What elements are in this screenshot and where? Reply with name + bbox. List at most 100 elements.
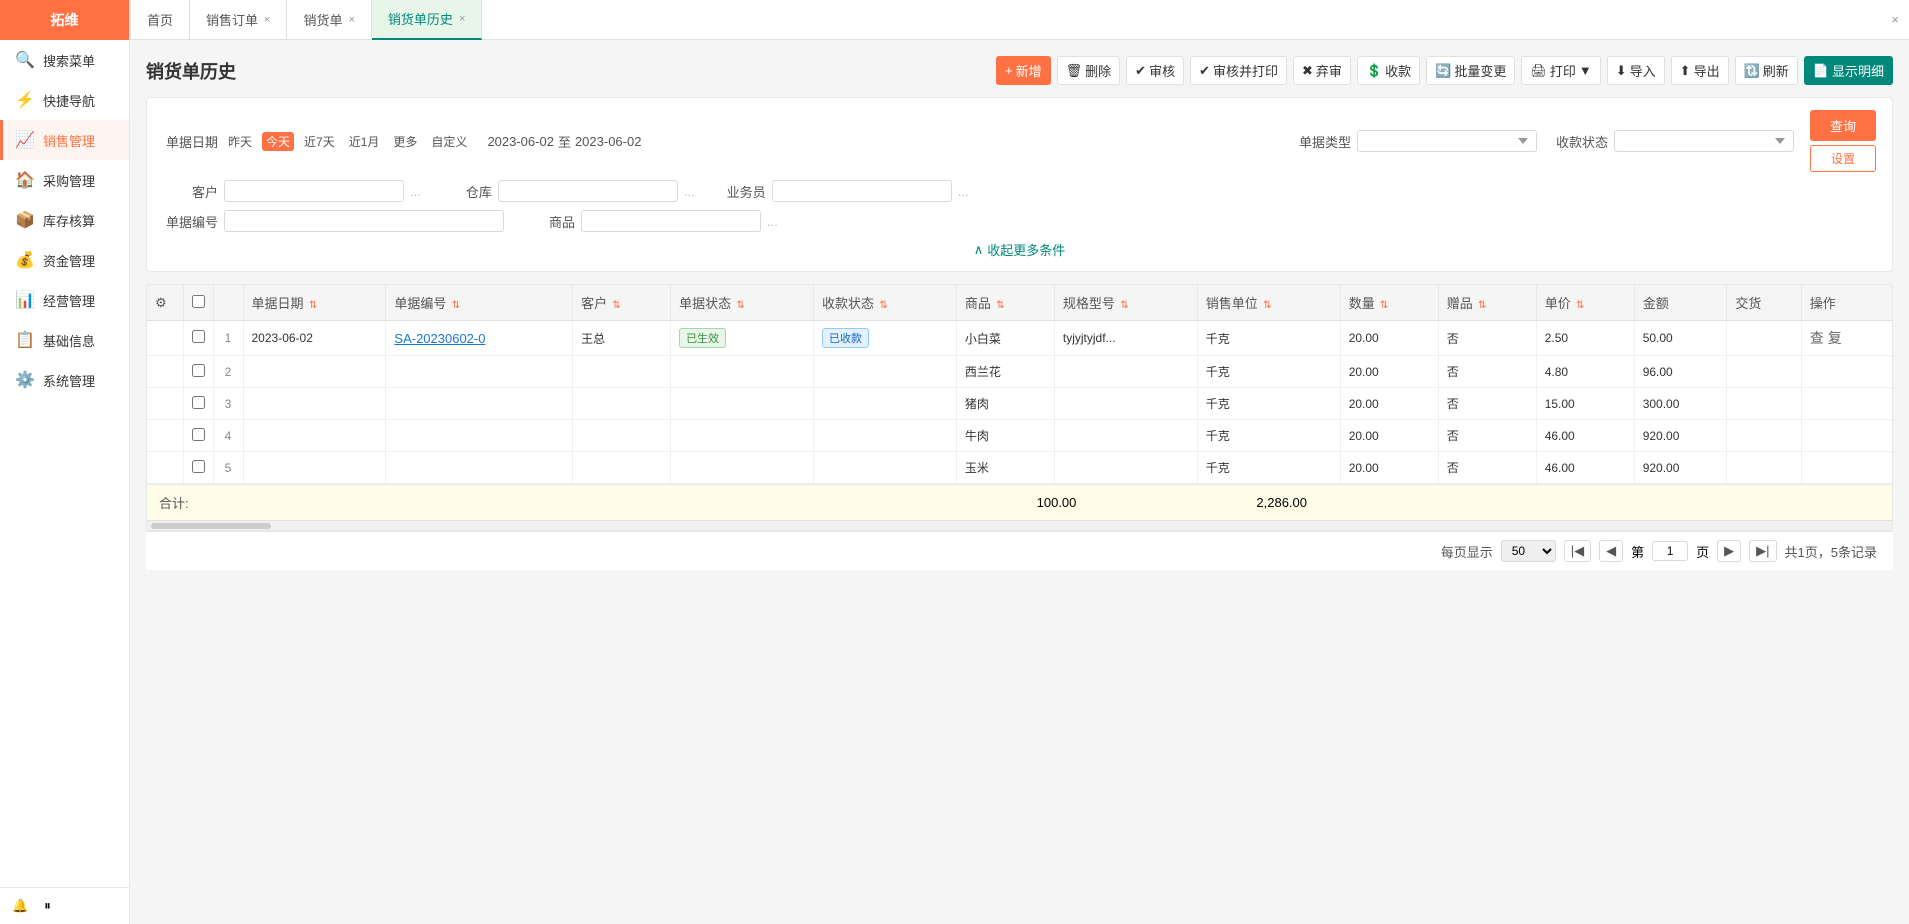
sort-unit-price-icon: ⇅ [1576,300,1584,311]
sidebar-item-inventory[interactable]: 📦 库存核算 [0,200,129,240]
doc-number-input[interactable] [224,210,504,232]
customer-input[interactable] [224,180,404,202]
th-customer[interactable]: 客户 ⇅ [573,285,671,321]
th-settings[interactable]: ⚙ [147,285,183,321]
scroll-thumb[interactable] [151,523,271,529]
pay-status-select[interactable] [1614,130,1794,152]
tab-sales-history-close[interactable]: × [459,13,465,25]
shortcut-yesterday[interactable]: 昨天 [224,132,256,151]
delete-button[interactable]: 🗑 删除 [1057,56,1121,85]
td-cell [573,420,671,452]
table-row: 12023-06-02SA-20230602-0王总已生效已收款小白菜tyjyj… [147,321,1892,356]
td-cell: 否 [1438,452,1536,484]
tab-bar-close-all[interactable]: × [1891,12,1909,27]
th-goods[interactable]: 商品 ⇅ [956,285,1054,321]
row-checkbox[interactable] [192,396,205,409]
first-page-button[interactable]: |◀ [1564,540,1591,562]
doc-type-select[interactable] [1357,130,1537,152]
th-spec[interactable]: 规格型号 ⇅ [1054,285,1197,321]
row-checkbox[interactable] [192,428,205,441]
tab-sales-goods-close[interactable]: × [348,14,354,26]
td-cell [671,452,814,484]
tab-sales-goods[interactable]: 销货单 × [287,0,371,40]
th-unit-price[interactable]: 单价 ⇅ [1536,285,1634,321]
scroll-bar-area[interactable] [147,520,1892,530]
tab-home[interactable]: 首页 [130,0,190,40]
th-pay-status[interactable]: 收款状态 ⇅ [813,285,956,321]
sidebar-item-finance[interactable]: 💰 资金管理 [0,240,129,280]
collapse-button[interactable]: ∧ 收起更多条件 [163,240,1876,259]
last-page-button[interactable]: ▶| [1749,540,1776,562]
th-date[interactable]: 单据日期 ⇅ [243,285,386,321]
td-cell: 千克 [1197,420,1340,452]
th-doc-status[interactable]: 单据状态 ⇅ [671,285,814,321]
sidebar-item-purchase-mgmt[interactable]: 🏠 采购管理 [0,160,129,200]
shortcut-more[interactable]: 更多 [389,132,421,151]
next-page-button[interactable]: ▶ [1717,540,1741,562]
tab-sales-order[interactable]: 销售订单 × [190,0,287,40]
sidebar-bottom-icon2[interactable]: ⏸ [44,898,51,914]
th-checkbox[interactable] [183,285,213,321]
td-cell [243,356,386,388]
status-badge: 已收款 [822,328,869,348]
pay-status-label: 收款状态 [1553,132,1608,151]
th-gift[interactable]: 赠品 ⇅ [1438,285,1536,321]
warehouse-dots[interactable]: ... [684,184,695,199]
doc-no-link[interactable]: SA-20230602-0 [394,331,485,346]
import-button[interactable]: ⬇ 导入 [1607,56,1665,85]
export-icon: ⬆ [1680,63,1691,79]
shortcut-custom[interactable]: 自定义 [427,132,471,151]
refresh-button[interactable]: 🔃 刷新 [1735,56,1798,85]
prev-page-button[interactable]: ◀ [1599,540,1623,562]
td-num: 4 [213,420,243,452]
page-size-select[interactable]: 20 50 100 [1501,540,1556,562]
sys-mgmt-icon: ⚙️ [15,370,35,390]
sidebar-bottom-icon1[interactable]: 🔔 [12,898,28,914]
customer-dots[interactable]: ... [410,184,421,199]
goods-input[interactable] [581,210,761,232]
th-unit[interactable]: 销售单位 ⇅ [1197,285,1340,321]
export-button[interactable]: ⬆ 导出 [1671,56,1729,85]
search-menu-icon: 🔍 [15,50,35,70]
tab-sales-order-close[interactable]: × [264,14,270,26]
audit-print-button[interactable]: ✔ 审核并打印 [1190,56,1287,85]
tab-sales-history[interactable]: 销货单历史 × [372,0,482,40]
show-detail-button[interactable]: 📄 显示明细 [1804,56,1893,85]
batch-change-button[interactable]: 🔄 批量变更 [1426,56,1515,85]
copy-action[interactable]: 复 [1828,330,1842,346]
row-checkbox[interactable] [192,364,205,377]
print-button[interactable]: 🖨 打印 ▼ [1521,56,1600,85]
sidebar-item-sales-mgmt[interactable]: 📈 销售管理 [0,120,129,160]
shortcut-today[interactable]: 今天 [262,132,294,151]
view-action[interactable]: 查 [1810,330,1824,346]
collapse-label: 收起更多条件 [987,240,1065,259]
goods-dots[interactable]: ... [767,214,778,229]
th-doc-no[interactable]: 单据编号 ⇅ [386,285,573,321]
collect-button[interactable]: 💲 收款 [1357,56,1420,85]
salesperson-input[interactable] [772,180,952,202]
sidebar-item-search-menu[interactable]: 🔍 搜索菜单 [0,40,129,80]
td-cell: 920.00 [1634,452,1727,484]
query-button[interactable]: 查询 [1810,110,1876,141]
select-all-checkbox[interactable] [192,295,205,308]
sidebar-item-sys-mgmt[interactable]: ⚙️ 系统管理 [0,360,129,400]
sidebar-item-quick-nav[interactable]: ⚡ 快捷导航 [0,80,129,120]
th-qty[interactable]: 数量 ⇅ [1340,285,1438,321]
row-checkbox[interactable] [192,330,205,343]
date-label: 单据日期 [163,132,218,151]
warehouse-input[interactable] [498,180,678,202]
page-number-input[interactable] [1652,541,1688,561]
abandon-button[interactable]: ✖ 弃审 [1293,56,1351,85]
sidebar-item-base-info[interactable]: 📋 基础信息 [0,320,129,360]
row-checkbox[interactable] [192,460,205,473]
settings-button[interactable]: 设置 [1810,145,1876,172]
salesperson-dots[interactable]: ... [958,184,969,199]
shortcut-1month[interactable]: 近1月 [345,132,384,151]
filter-date-range-display: 2023-06-02 至 2023-06-02 [487,132,641,151]
td-cell [813,388,956,420]
shortcut-7days[interactable]: 近7天 [300,132,339,151]
sidebar-item-operations[interactable]: 📊 经营管理 [0,280,129,320]
audit-button[interactable]: ✔ 审核 [1126,56,1184,85]
new-button[interactable]: + 新增 [996,56,1051,85]
th-unit-label: 销售单位 [1206,296,1258,311]
